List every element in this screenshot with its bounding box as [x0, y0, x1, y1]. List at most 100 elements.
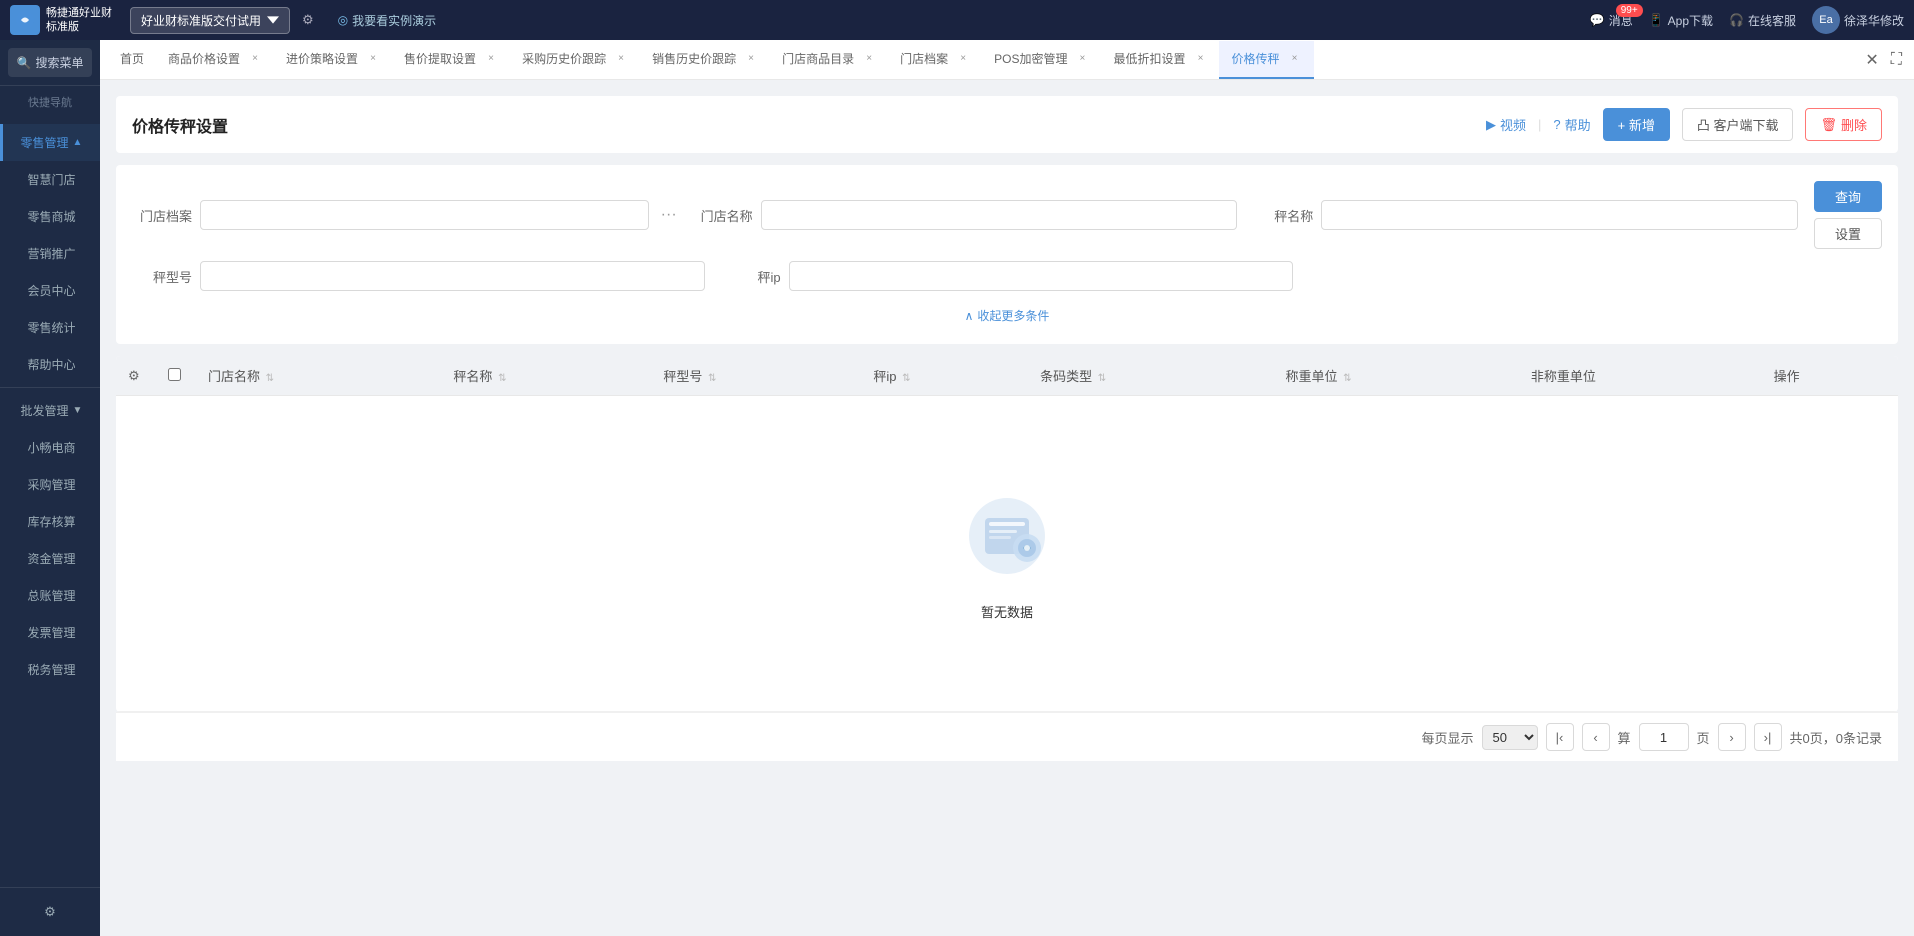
search-menu-label: 搜索菜单 — [35, 54, 83, 71]
query-button[interactable]: 查询 — [1814, 181, 1882, 212]
sidebar-item-member[interactable]: 会员中心 — [0, 272, 100, 309]
download-client-button[interactable]: 凸 客户端下载 — [1682, 108, 1794, 141]
username: 徐泽华修改 — [1844, 12, 1904, 29]
tab-store-catalog[interactable]: 门店商品目录 × — [770, 41, 888, 79]
sidebar-item-tax[interactable]: 税务管理 — [0, 651, 100, 688]
th-barcode-type: 条码类型 ⇅ — [1028, 356, 1273, 396]
tab-sale-price[interactable]: 售价提取设置 × — [392, 41, 510, 79]
last-page-button[interactable]: ›| — [1754, 723, 1782, 751]
sidebar-item-inventory[interactable]: 库存核算 — [0, 503, 100, 540]
sidebar-item-wholesale[interactable]: 批发管理 ▼ — [0, 392, 100, 429]
video-link[interactable]: ▶ 视频 — [1486, 115, 1526, 134]
settings-icon[interactable]: ⚙ — [302, 12, 314, 28]
sidebar-item-finance[interactable]: 资金管理 — [0, 540, 100, 577]
logo-text: 畅捷通好业财标准版 — [46, 6, 112, 35]
app-download-action[interactable]: 📱 App下载 — [1649, 12, 1713, 29]
column-settings-icon[interactable]: ⚙ — [128, 368, 140, 383]
page-size-select[interactable]: 50 10 20 100 — [1482, 725, 1538, 750]
sidebar-item-ecommerce[interactable]: 小畅电商 — [0, 429, 100, 466]
help-link[interactable]: ? 帮助 — [1553, 115, 1590, 134]
sidebar-item-general-ledger[interactable]: 总账管理 — [0, 577, 100, 614]
page-number-input[interactable] — [1639, 723, 1689, 751]
tab-home[interactable]: 首页 — [108, 41, 156, 79]
add-button[interactable]: + 新增 — [1603, 108, 1670, 141]
search-panel: 门店档案 ··· 门店名称 秤名称 查询 — [116, 165, 1898, 344]
tab-pos-encrypt[interactable]: POS加密管理 × — [982, 41, 1101, 79]
tab-purchase-strategy-close[interactable]: × — [366, 52, 380, 66]
store-name-input[interactable] — [761, 200, 1238, 230]
collapse-button[interactable]: ∧ 收起更多条件 — [132, 303, 1882, 328]
tab-purchase-history-close[interactable]: × — [614, 52, 628, 66]
tab-purchase-history-label: 采购历史价跟踪 — [522, 50, 606, 67]
dots-icon[interactable]: ··· — [661, 206, 677, 224]
tab-min-discount[interactable]: 最低折扣设置 × — [1101, 41, 1219, 79]
delete-button[interactable]: 🗑 删除 — [1805, 108, 1882, 141]
sidebar-item-invoice[interactable]: 发票管理 — [0, 614, 100, 651]
divider: | — [1538, 117, 1541, 132]
tab-commodity-pricing[interactable]: 商品价格设置 × — [156, 41, 274, 79]
tab-price-scale[interactable]: 价格传秤 × — [1219, 41, 1313, 79]
retail-mgmt-label: 零售管理 — [21, 134, 69, 151]
th-checkbox — [156, 356, 196, 396]
store-name-label: 门店名称 — [693, 206, 753, 225]
demo-link[interactable]: ◎ 我要看实例演示 — [338, 12, 437, 29]
invoice-label: 发票管理 — [27, 626, 75, 640]
store-archive-input[interactable] — [200, 200, 649, 230]
sort-icon[interactable]: ⇅ — [266, 373, 274, 384]
tab-store-archive[interactable]: 门店档案 × — [888, 41, 982, 79]
collapse-label: 收起更多条件 — [977, 307, 1049, 324]
tab-purchase-strategy[interactable]: 进价策略设置 × — [274, 41, 392, 79]
first-page-button[interactable]: |‹ — [1546, 723, 1574, 751]
tab-price-scale-close[interactable]: × — [1288, 52, 1302, 66]
trash-icon: 🗑 — [1820, 117, 1837, 133]
tab-commodity-pricing-close[interactable]: × — [248, 52, 262, 66]
search-menu-button[interactable]: 🔍 搜索菜单 — [8, 48, 92, 77]
scale-ip-input[interactable] — [789, 261, 1294, 291]
sidebar-item-help[interactable]: 帮助中心 — [0, 346, 100, 383]
sidebar-item-marketing[interactable]: 营销推广 — [0, 235, 100, 272]
scale-name-input[interactable] — [1321, 200, 1798, 230]
sort-icon-5[interactable]: ⇅ — [1098, 373, 1106, 384]
version-selector[interactable]: 好业财标准版交付试用 — [130, 7, 290, 34]
sidebar-divider — [0, 387, 100, 388]
sidebar-item-purchase[interactable]: 采购管理 — [0, 466, 100, 503]
smart-store-label: 智慧门店 — [27, 173, 75, 187]
tab-min-discount-close[interactable]: × — [1193, 52, 1207, 66]
tab-purchase-history[interactable]: 采购历史价跟踪 × — [510, 41, 640, 79]
sidebar-gear-btn[interactable]: ⚙ — [8, 896, 92, 928]
help-icon: ? — [1553, 117, 1560, 132]
tab-pos-encrypt-close[interactable]: × — [1075, 52, 1089, 66]
user-menu[interactable]: Ea 徐泽华修改 — [1812, 6, 1904, 34]
tab-min-discount-label: 最低折扣设置 — [1113, 50, 1185, 67]
delete-label: 删除 — [1841, 115, 1867, 134]
tab-close-all-btn[interactable]: ✕ — [1861, 46, 1882, 74]
prev-page-button[interactable]: ‹ — [1582, 723, 1610, 751]
messages-action[interactable]: 💬 消息 99+ — [1590, 12, 1633, 29]
online-service-action[interactable]: 🎧 在线客服 — [1729, 12, 1796, 29]
scale-ip-label: 秤ip — [721, 267, 781, 286]
page-header: 价格传秤设置 ▶ 视频 | ? 帮助 + 新增 凸 客户端下载 — [116, 96, 1898, 153]
sidebar-bottom: ⚙ — [0, 887, 100, 936]
sidebar-item-retail-stats[interactable]: 零售统计 — [0, 309, 100, 346]
search-icon: 🔍 — [17, 56, 32, 70]
sidebar-item-retail-mall[interactable]: 零售商城 — [0, 198, 100, 235]
tab-commodity-pricing-label: 商品价格设置 — [168, 50, 240, 67]
next-page-button[interactable]: › — [1718, 723, 1746, 751]
settings-submit-button[interactable]: 设置 — [1814, 218, 1882, 249]
tab-sale-price-close[interactable]: × — [484, 52, 498, 66]
sort-icon-2[interactable]: ⇅ — [498, 373, 506, 384]
scale-model-input[interactable] — [200, 261, 705, 291]
select-all-checkbox[interactable] — [168, 368, 181, 381]
sort-icon-6[interactable]: ⇅ — [1343, 373, 1351, 384]
th-scale-name: 秤名称 ⇅ — [441, 356, 651, 396]
sidebar-item-smart-store[interactable]: 智慧门店 — [0, 161, 100, 198]
finance-label: 资金管理 — [27, 552, 75, 566]
tab-store-catalog-close[interactable]: × — [862, 52, 876, 66]
sort-icon-4[interactable]: ⇅ — [902, 373, 910, 384]
sort-icon-3[interactable]: ⇅ — [708, 373, 716, 384]
tab-expand-btn[interactable]: ⛶ — [1887, 47, 1906, 73]
tab-store-archive-close[interactable]: × — [956, 52, 970, 66]
sidebar-item-retail-mgmt[interactable]: 零售管理 ▲ — [0, 124, 100, 161]
tab-sales-history[interactable]: 销售历史价跟踪 × — [640, 41, 770, 79]
tab-sales-history-close[interactable]: × — [744, 52, 758, 66]
